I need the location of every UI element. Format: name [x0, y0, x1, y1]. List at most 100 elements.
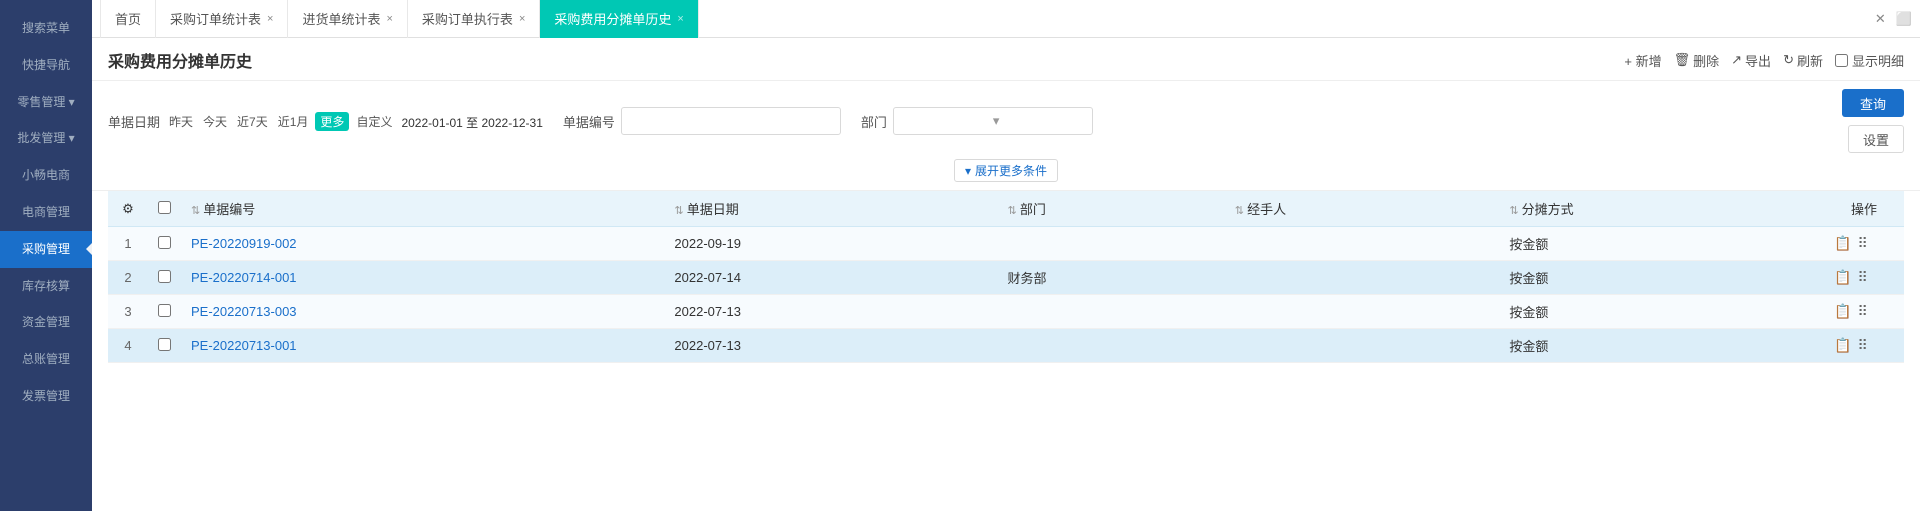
doc-no-filter-group: 单据编号 [563, 107, 841, 135]
row-doc-no-2[interactable]: PE-20220714-001 [181, 261, 664, 295]
doc-no-link-3[interactable]: PE-20220713-003 [191, 304, 297, 319]
tab-close-purchase-order-stat[interactable]: × [267, 13, 273, 25]
doc-no-input[interactable] [621, 107, 841, 135]
date-shortcut-month[interactable]: 近1月 [275, 112, 312, 131]
select-all-checkbox[interactable] [158, 201, 171, 214]
tab-purchase-order-stat[interactable]: 采购订单统计表× [156, 0, 288, 38]
sidebar-item-quick[interactable]: 快捷导航 [0, 47, 92, 84]
col-doc-no[interactable]: 单据编号 [181, 191, 664, 227]
checkbox-3[interactable] [158, 304, 171, 317]
dept-label: 部门 [861, 112, 887, 131]
settings-button[interactable]: 设置 [1848, 125, 1904, 153]
sidebar-item-finance[interactable]: 资金管理 [0, 304, 92, 341]
date-shortcut-custom[interactable]: 自定义 [353, 112, 395, 131]
row-checkbox-4[interactable] [148, 329, 181, 363]
date-filter-label: 单据日期 [108, 112, 160, 131]
edit-icon-1[interactable]: 📋 [1834, 235, 1851, 252]
show-column-toggle[interactable]: 显示明细 [1835, 51, 1904, 70]
col-settings[interactable]: ⚙ [108, 191, 148, 227]
row-handler-3 [1225, 295, 1500, 329]
sidebar-item-retail[interactable]: 零售管理 ▾ [0, 84, 92, 121]
row-checkbox-1[interactable] [148, 227, 181, 261]
expand-icon: ▾ [965, 164, 971, 178]
refresh-button[interactable]: ↻ 刷新 [1783, 51, 1823, 70]
col-action: 操作 [1824, 191, 1904, 227]
tab-purchase-order-exec[interactable]: 采购订单执行表× [408, 0, 540, 38]
edit-icon-2[interactable]: 📋 [1834, 269, 1851, 286]
row-date-1: 2022-09-19 [664, 227, 997, 261]
chevron-down-icon: ▾ [993, 113, 1084, 129]
col-split-method[interactable]: 分摊方式 [1499, 191, 1824, 227]
refresh-icon: ↻ [1783, 52, 1794, 68]
checkbox-4[interactable] [158, 338, 171, 351]
row-dept-2: 财务部 [998, 261, 1225, 295]
export-icon: ↗ [1731, 52, 1742, 68]
row-doc-no-1[interactable]: PE-20220919-002 [181, 227, 664, 261]
maximize-tab-action[interactable]: ⬜ [1896, 11, 1912, 27]
more-icon-2[interactable]: ⠿ [1857, 269, 1867, 286]
tab-close-purchase-fee-split[interactable]: × [677, 13, 683, 25]
query-button[interactable]: 查询 [1842, 89, 1904, 117]
sidebar-item-mobile[interactable]: 小畅电商 [0, 157, 92, 194]
date-shortcut-today[interactable]: 今天 [200, 112, 230, 131]
filter-area: 单据日期 昨天今天近7天近1月更多自定义 2022-01-01 至 2022-1… [92, 81, 1920, 191]
table-row: 2PE-20220714-0012022-07-14财务部按金额📋⠿ [108, 261, 1904, 295]
row-actions-4: 📋⠿ [1824, 329, 1904, 363]
expand-more-button[interactable]: ▾ 展开更多条件 [954, 159, 1058, 182]
data-table: ⚙ 单据编号 单据日期 部门 经手人 分摊方式 操作 1 PE-20220919-… [108, 191, 1904, 363]
more-icon-1[interactable]: ⠿ [1857, 235, 1867, 252]
col-dept[interactable]: 部门 [998, 191, 1225, 227]
add-button[interactable]: + 新增 [1624, 51, 1661, 70]
tab-close-purchase-goods-stat[interactable]: × [386, 13, 392, 25]
tab-actions: ✕⬜ [1875, 11, 1912, 27]
show-column-checkbox[interactable] [1835, 54, 1848, 67]
row-num-1: 1 [108, 227, 148, 261]
page-title: 采购费用分摊单历史 [108, 48, 252, 72]
row-num-3: 3 [108, 295, 148, 329]
tab-purchase-fee-split[interactable]: 采购费用分摊单历史× [540, 0, 698, 38]
edit-icon-4[interactable]: 📋 [1834, 337, 1851, 354]
col-handler[interactable]: 经手人 [1225, 191, 1500, 227]
expand-more-row: ▾ 展开更多条件 [108, 159, 1904, 182]
table-area: ⚙ 单据编号 单据日期 部门 经手人 分摊方式 操作 1 PE-20220919-… [92, 191, 1920, 511]
edit-icon-3[interactable]: 📋 [1834, 303, 1851, 320]
sidebar-item-ecommerce[interactable]: 电商管理 [0, 194, 92, 231]
toolbar: + 新增 🗑 删除 ↗ 导出 ↻ 刷新 显示明细 [1624, 51, 1904, 70]
sidebar-item-wholesale[interactable]: 批发管理 ▾ [0, 120, 92, 157]
sidebar-item-ledger[interactable]: 总账管理 [0, 341, 92, 378]
delete-button[interactable]: 🗑 删除 [1674, 51, 1720, 70]
row-date-2: 2022-07-14 [664, 261, 997, 295]
more-icon-4[interactable]: ⠿ [1857, 337, 1867, 354]
table-row: 3PE-20220713-0032022-07-13按金额📋⠿ [108, 295, 1904, 329]
row-num-2: 2 [108, 261, 148, 295]
doc-no-link-1[interactable]: PE-20220919-002 [191, 236, 297, 251]
doc-no-link-4[interactable]: PE-20220713-001 [191, 338, 297, 353]
export-button[interactable]: ↗ 导出 [1731, 51, 1771, 70]
row-doc-no-4[interactable]: PE-20220713-001 [181, 329, 664, 363]
dept-select[interactable]: ▾ [893, 107, 1093, 135]
checkbox-1[interactable] [158, 236, 171, 249]
page-header: 采购费用分摊单历史 + 新增 🗑 删除 ↗ 导出 ↻ 刷新 显示明细 [92, 38, 1920, 81]
close-tab-action[interactable]: ✕ [1875, 11, 1886, 27]
doc-no-link-2[interactable]: PE-20220714-001 [191, 270, 297, 285]
sidebar-item-purchase[interactable]: 采购管理 [0, 231, 92, 268]
row-checkbox-3[interactable] [148, 295, 181, 329]
row-split-method-4: 按金额 [1499, 329, 1824, 363]
sidebar-item-search[interactable]: 搜索菜单 [0, 10, 92, 47]
filter-row: 单据日期 昨天今天近7天近1月更多自定义 2022-01-01 至 2022-1… [108, 89, 1904, 153]
tab-purchase-goods-stat[interactable]: 进货单统计表× [288, 0, 407, 38]
row-checkbox-2[interactable] [148, 261, 181, 295]
date-shortcut-more[interactable]: 更多 [315, 112, 349, 131]
row-doc-no-3[interactable]: PE-20220713-003 [181, 295, 664, 329]
sidebar-item-inventory[interactable]: 库存核算 [0, 268, 92, 305]
date-shortcut-yesterday[interactable]: 昨天 [166, 112, 196, 131]
date-shortcut-week[interactable]: 近7天 [234, 112, 271, 131]
col-doc-date[interactable]: 单据日期 [664, 191, 997, 227]
tab-home[interactable]: 首页 [100, 0, 156, 38]
more-icon-3[interactable]: ⠿ [1857, 303, 1867, 320]
sidebar-item-invoice[interactable]: 发票管理 [0, 378, 92, 415]
checkbox-2[interactable] [158, 270, 171, 283]
date-filter-group: 单据日期 昨天今天近7天近1月更多自定义 2022-01-01 至 2022-1… [108, 112, 543, 131]
tab-close-purchase-order-exec[interactable]: × [519, 13, 525, 25]
table-row: 4PE-20220713-0012022-07-13按金额📋⠿ [108, 329, 1904, 363]
